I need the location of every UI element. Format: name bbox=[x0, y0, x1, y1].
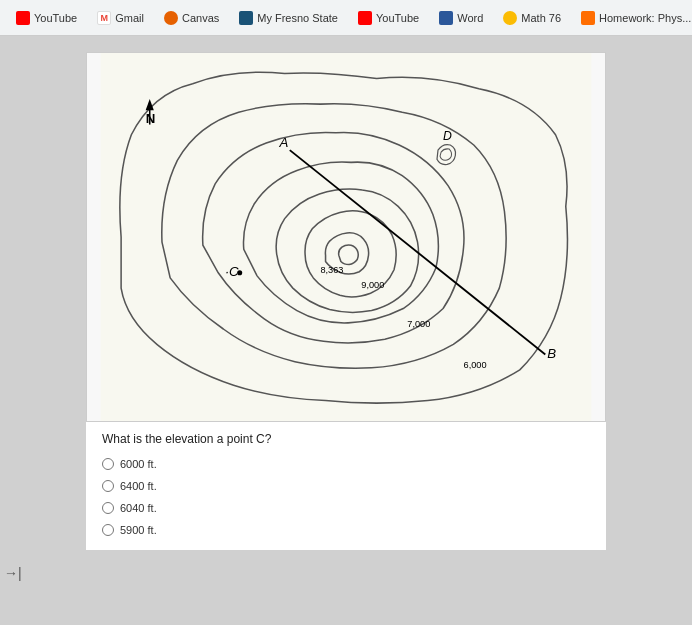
question-text: What is the elevation a point C? bbox=[102, 432, 590, 446]
answer-radio-2[interactable] bbox=[102, 480, 114, 492]
homework-icon bbox=[581, 11, 595, 25]
tab-canvas-label: Canvas bbox=[182, 12, 219, 24]
youtube2-icon bbox=[358, 11, 372, 25]
svg-text:9,000: 9,000 bbox=[361, 280, 384, 290]
tab-fresno-state[interactable]: My Fresno State bbox=[231, 7, 346, 29]
fresno-icon bbox=[239, 11, 253, 25]
youtube-icon bbox=[16, 11, 30, 25]
map-area: N A B ·C D 8,363 9,000 7,000 6,000 bbox=[86, 52, 606, 422]
answer-radio-4[interactable] bbox=[102, 524, 114, 536]
answer-option-4: 5900 ft. bbox=[102, 522, 590, 538]
sidebar-arrow-label: →| bbox=[4, 565, 22, 581]
svg-text:A: A bbox=[279, 135, 289, 150]
tab-youtube-label: YouTube bbox=[34, 12, 77, 24]
answer-label-3: 6040 ft. bbox=[120, 502, 157, 514]
tab-canvas[interactable]: Canvas bbox=[156, 7, 227, 29]
tab-youtube2[interactable]: YouTube bbox=[350, 7, 427, 29]
answer-label-4: 5900 ft. bbox=[120, 524, 157, 536]
question-container: N A B ·C D 8,363 9,000 7,000 6,000 bbox=[86, 52, 606, 550]
svg-text:·C: ·C bbox=[225, 264, 239, 279]
question-text-area: What is the elevation a point C? 6000 ft… bbox=[86, 422, 606, 550]
tab-math76[interactable]: Math 76 bbox=[495, 7, 569, 29]
answer-option-2: 6400 ft. bbox=[102, 478, 590, 494]
tab-homework[interactable]: Homework: Phys... bbox=[573, 7, 692, 29]
svg-rect-0 bbox=[101, 53, 592, 421]
tab-word[interactable]: Word bbox=[431, 7, 491, 29]
sidebar-arrow: →| bbox=[0, 561, 26, 585]
answer-label-1: 6000 ft. bbox=[120, 458, 157, 470]
svg-text:7,000: 7,000 bbox=[407, 319, 430, 329]
tab-gmail-label: Gmail bbox=[115, 12, 144, 24]
tab-youtube2-label: YouTube bbox=[376, 12, 419, 24]
tab-math76-label: Math 76 bbox=[521, 12, 561, 24]
answer-radio-3[interactable] bbox=[102, 502, 114, 514]
word-icon bbox=[439, 11, 453, 25]
tab-homework-label: Homework: Phys... bbox=[599, 12, 691, 24]
tab-word-label: Word bbox=[457, 12, 483, 24]
svg-text:8,363: 8,363 bbox=[320, 265, 343, 275]
tab-gmail[interactable]: M Gmail bbox=[89, 7, 152, 29]
answer-option-3: 6040 ft. bbox=[102, 500, 590, 516]
answer-radio-1[interactable] bbox=[102, 458, 114, 470]
tab-bar: YouTube M Gmail Canvas My Fresno State Y… bbox=[0, 0, 692, 36]
main-content: N A B ·C D 8,363 9,000 7,000 6,000 bbox=[0, 36, 692, 625]
answer-label-2: 6400 ft. bbox=[120, 480, 157, 492]
canvas-icon bbox=[164, 11, 178, 25]
gmail-icon: M bbox=[97, 11, 111, 25]
svg-text:B: B bbox=[547, 346, 556, 361]
contour-map-svg: N A B ·C D 8,363 9,000 7,000 6,000 bbox=[87, 53, 605, 421]
svg-text:6,000: 6,000 bbox=[464, 360, 487, 370]
tab-youtube[interactable]: YouTube bbox=[8, 7, 85, 29]
svg-text:N: N bbox=[146, 111, 156, 126]
math-icon bbox=[503, 11, 517, 25]
tab-fresno-label: My Fresno State bbox=[257, 12, 338, 24]
svg-text:D: D bbox=[443, 129, 452, 143]
answer-option-1: 6000 ft. bbox=[102, 456, 590, 472]
